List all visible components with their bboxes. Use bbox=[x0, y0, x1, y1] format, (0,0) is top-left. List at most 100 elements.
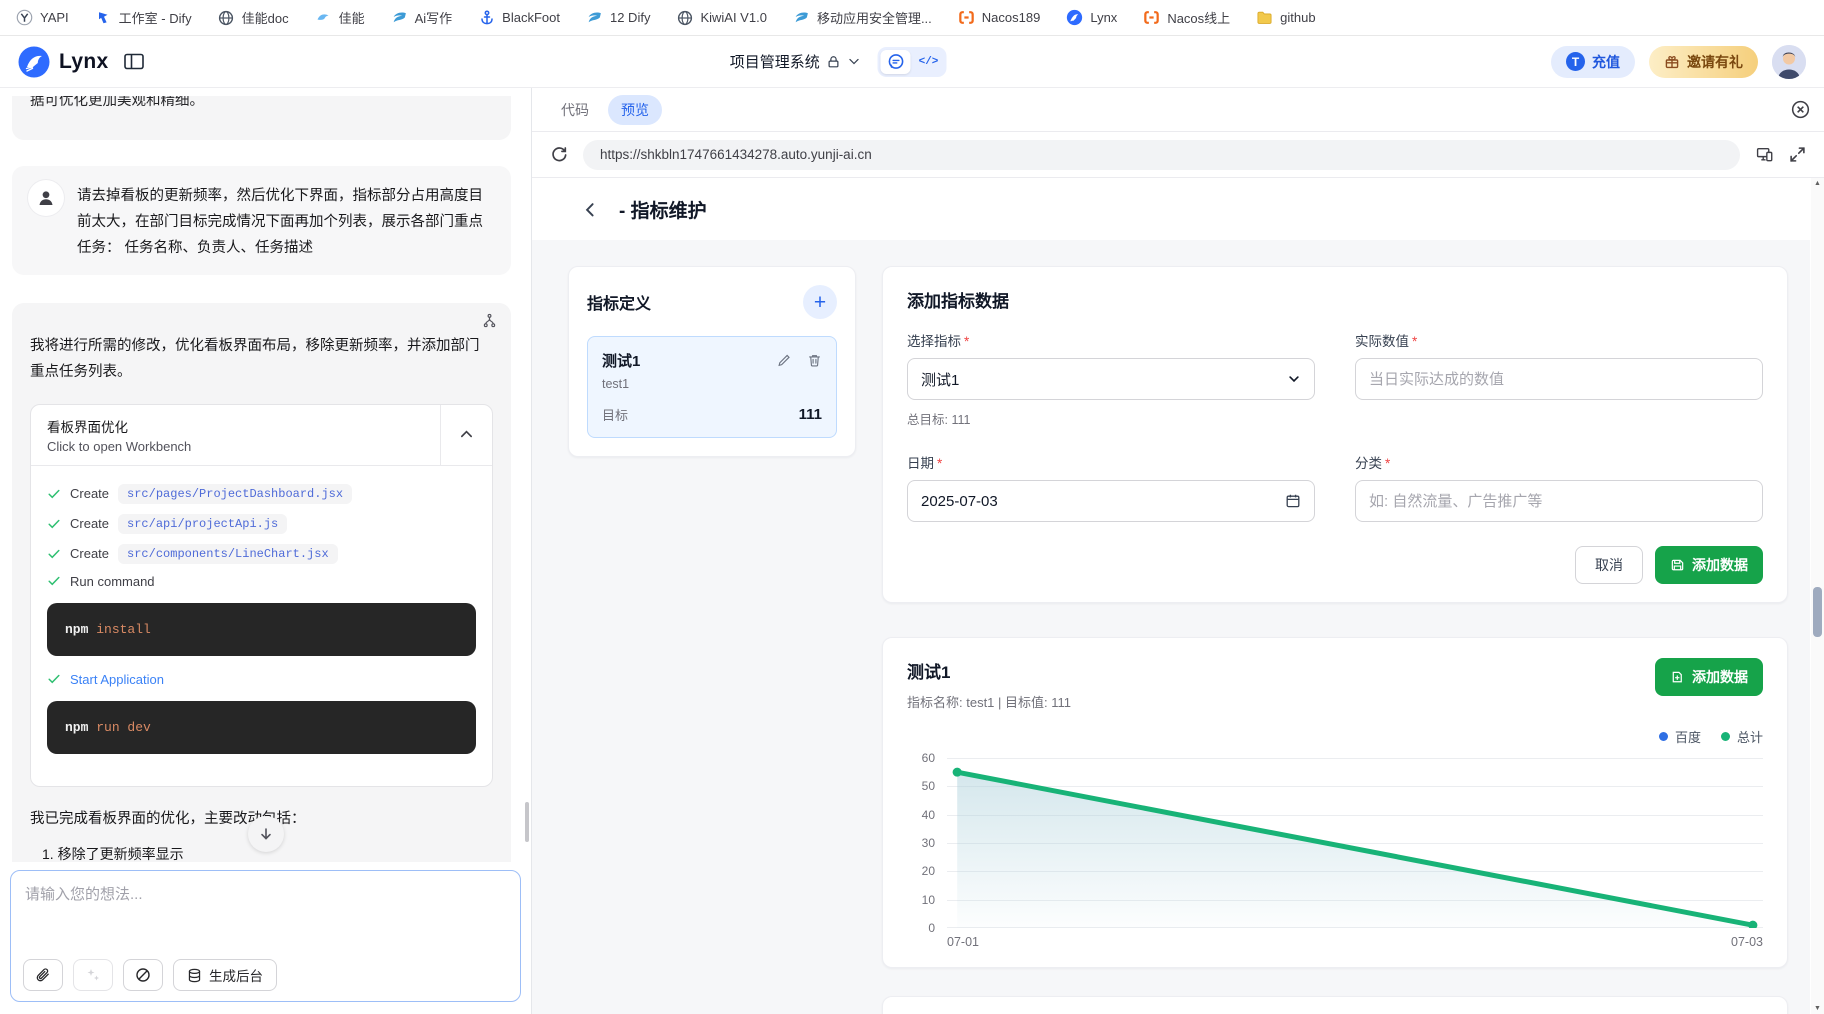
coin-icon: T bbox=[1566, 52, 1585, 71]
file-chip[interactable]: src/components/LineChart.jsx bbox=[118, 543, 338, 564]
responsive-view-icon[interactable] bbox=[1755, 146, 1774, 163]
actual-value-input[interactable] bbox=[1355, 358, 1763, 400]
chat-mode-button[interactable] bbox=[880, 49, 911, 74]
category-input[interactable] bbox=[1355, 480, 1763, 522]
file-chip[interactable]: src/api/projectApi.js bbox=[118, 513, 288, 534]
preview-scrollbar[interactable]: ▲ ▼ bbox=[1811, 178, 1824, 1014]
y-tick-label: 0 bbox=[928, 921, 935, 935]
delete-icon[interactable] bbox=[807, 353, 822, 368]
bookmark-item[interactable]: 佳能doc bbox=[218, 8, 289, 27]
gift-icon bbox=[1664, 54, 1680, 70]
chat-history[interactable]: 据可优化更加美观和精细。 请去掉看板的更新频率，然后优化下界面，指标部分占用高度… bbox=[0, 88, 523, 862]
bookmark-item[interactable]: 12 Dify bbox=[586, 9, 650, 26]
legend-item: 百度 bbox=[1658, 727, 1701, 746]
stop-button[interactable] bbox=[123, 959, 163, 991]
cancel-button[interactable]: 取消 bbox=[1575, 546, 1643, 584]
workbench-step: Run command bbox=[47, 574, 476, 589]
category-label: 分类 bbox=[1355, 456, 1382, 471]
chart-x-labels: 07-01 07-03 bbox=[947, 928, 1763, 953]
command-block-run: npm run dev bbox=[47, 700, 476, 754]
file-chip[interactable]: src/pages/ProjectDashboard.jsx bbox=[118, 483, 353, 504]
sidebar-toggle-icon[interactable] bbox=[124, 53, 145, 70]
scroll-down-arrow[interactable]: ▼ bbox=[1811, 1005, 1824, 1012]
bookmark-item[interactable]: github bbox=[1256, 9, 1316, 26]
bookmark-item[interactable]: BlackFoot bbox=[478, 9, 560, 26]
add-data-form-card: 添加指标数据 选择指标 * 测试1 总目标: 111 实际数值 * 当日实际达成… bbox=[882, 266, 1788, 603]
scroll-up-arrow[interactable]: ▲ bbox=[1811, 180, 1824, 187]
bracket-icon bbox=[958, 9, 975, 26]
database-icon bbox=[187, 968, 202, 983]
recharge-button[interactable]: T 充值 bbox=[1551, 45, 1635, 78]
bookmark-item[interactable]: 移动应用安全管理... bbox=[793, 8, 932, 27]
workbench-card[interactable]: 看板界面优化 Click to open Workbench Create src… bbox=[30, 403, 493, 787]
bookmark-item[interactable]: KiwiAI V1.0 bbox=[676, 9, 767, 26]
enhance-button[interactable] bbox=[73, 959, 113, 991]
app-logo[interactable]: Lynx bbox=[18, 46, 108, 78]
swoosh-icon bbox=[793, 9, 810, 26]
close-icon[interactable] bbox=[1791, 100, 1810, 119]
lynxfav-icon bbox=[1066, 9, 1083, 26]
bookmark-label: github bbox=[1280, 10, 1316, 25]
bookmark-label: 佳能 bbox=[338, 11, 365, 26]
invite-button[interactable]: 邀请有礼 bbox=[1649, 45, 1758, 78]
scroll-to-bottom-button[interactable] bbox=[247, 816, 284, 852]
bookmark-item[interactable]: Ai写作 bbox=[391, 8, 452, 27]
submit-add-data-button[interactable]: 添加数据 bbox=[1655, 546, 1763, 584]
page-header: - 指标维护 bbox=[532, 178, 1824, 240]
sidebar-scrollbar-thumb[interactable] bbox=[525, 802, 529, 842]
fullscreen-icon[interactable] bbox=[1789, 146, 1806, 163]
bookmark-item[interactable]: Nacos189 bbox=[958, 9, 1040, 26]
browser-bar: https://shkbln1747661434278.auto.yunji-a… bbox=[532, 132, 1824, 178]
project-title-group[interactable]: 项目管理系统 bbox=[730, 51, 861, 72]
bookmark-item[interactable]: 佳能 bbox=[315, 8, 365, 27]
edit-icon[interactable] bbox=[777, 353, 792, 368]
fork-icon[interactable] bbox=[482, 313, 497, 328]
scrollbar-thumb[interactable] bbox=[1813, 587, 1822, 637]
check-icon bbox=[47, 672, 61, 686]
assistant-message: 我将进行所需的修改，优化看板界面布局，移除更新频率，并添加部门重点任务列表。 看… bbox=[12, 303, 511, 862]
refresh-icon[interactable] bbox=[550, 146, 568, 164]
tab-code[interactable]: 代码 bbox=[548, 95, 602, 125]
total-target-helper: 总目标: 111 bbox=[907, 413, 971, 427]
user-avatar[interactable] bbox=[1772, 44, 1806, 79]
metric-definition-card: 指标定义 + 测试1 test1 目标 111 bbox=[568, 266, 856, 457]
check-icon bbox=[47, 517, 61, 531]
bookmark-item[interactable]: Lynx bbox=[1066, 9, 1117, 26]
bookmark-item[interactable]: YAPI bbox=[16, 9, 69, 26]
step-label: Create bbox=[70, 516, 110, 532]
globe-icon bbox=[676, 9, 693, 26]
generate-backend-button[interactable]: 生成后台 bbox=[173, 959, 277, 991]
legend-label: 百度 bbox=[1674, 730, 1701, 745]
right-column: 添加指标数据 选择指标 * 测试1 总目标: 111 实际数值 * 当日实际达成… bbox=[882, 266, 1788, 1014]
data-detail-card: 指标数据明细 bbox=[882, 996, 1788, 1014]
collapse-button[interactable] bbox=[440, 404, 492, 465]
bookmark-label: Nacos线上 bbox=[1167, 11, 1231, 26]
tab-preview[interactable]: 预览 bbox=[608, 94, 662, 125]
metric-code: test1 bbox=[602, 377, 630, 391]
y-tick-label: 50 bbox=[921, 779, 935, 794]
url-field[interactable]: https://shkbln1747661434278.auto.yunji-a… bbox=[583, 139, 1740, 170]
chart-add-data-button[interactable]: 添加数据 bbox=[1655, 658, 1763, 696]
ycircle-icon bbox=[16, 9, 33, 26]
attach-button[interactable] bbox=[23, 959, 63, 991]
person-icon bbox=[28, 180, 64, 216]
add-metric-button[interactable]: + bbox=[803, 285, 837, 319]
select-chevron-icon bbox=[1287, 372, 1301, 386]
bookmark-item[interactable]: 工作室 - Dify bbox=[95, 8, 192, 27]
metric-select[interactable]: 测试1 bbox=[907, 358, 1315, 400]
brand-name: Lynx bbox=[59, 49, 109, 73]
lynx-logo-icon bbox=[18, 46, 50, 78]
chart-plot bbox=[947, 758, 1763, 928]
chevron-down-icon bbox=[848, 55, 861, 68]
date-input[interactable]: 2025-07-03 bbox=[907, 480, 1315, 522]
chat-input[interactable] bbox=[25, 883, 506, 945]
metric-item[interactable]: 测试1 test1 目标 111 bbox=[587, 336, 837, 438]
bookmark-item[interactable]: Nacos线上 bbox=[1143, 8, 1230, 27]
code-mode-button[interactable]: </> bbox=[914, 50, 944, 74]
bookmark-label: KiwiAI V1.0 bbox=[700, 10, 767, 25]
back-button[interactable] bbox=[582, 201, 599, 218]
start-application-step[interactable]: Start Application bbox=[47, 672, 476, 687]
chat-sidebar: 据可优化更加美观和精细。 请去掉看板的更新频率，然后优化下界面，指标部分占用高度… bbox=[0, 88, 532, 1014]
actual-value-label: 实际数值 bbox=[1355, 334, 1409, 349]
mode-toggle: </> bbox=[877, 46, 947, 77]
